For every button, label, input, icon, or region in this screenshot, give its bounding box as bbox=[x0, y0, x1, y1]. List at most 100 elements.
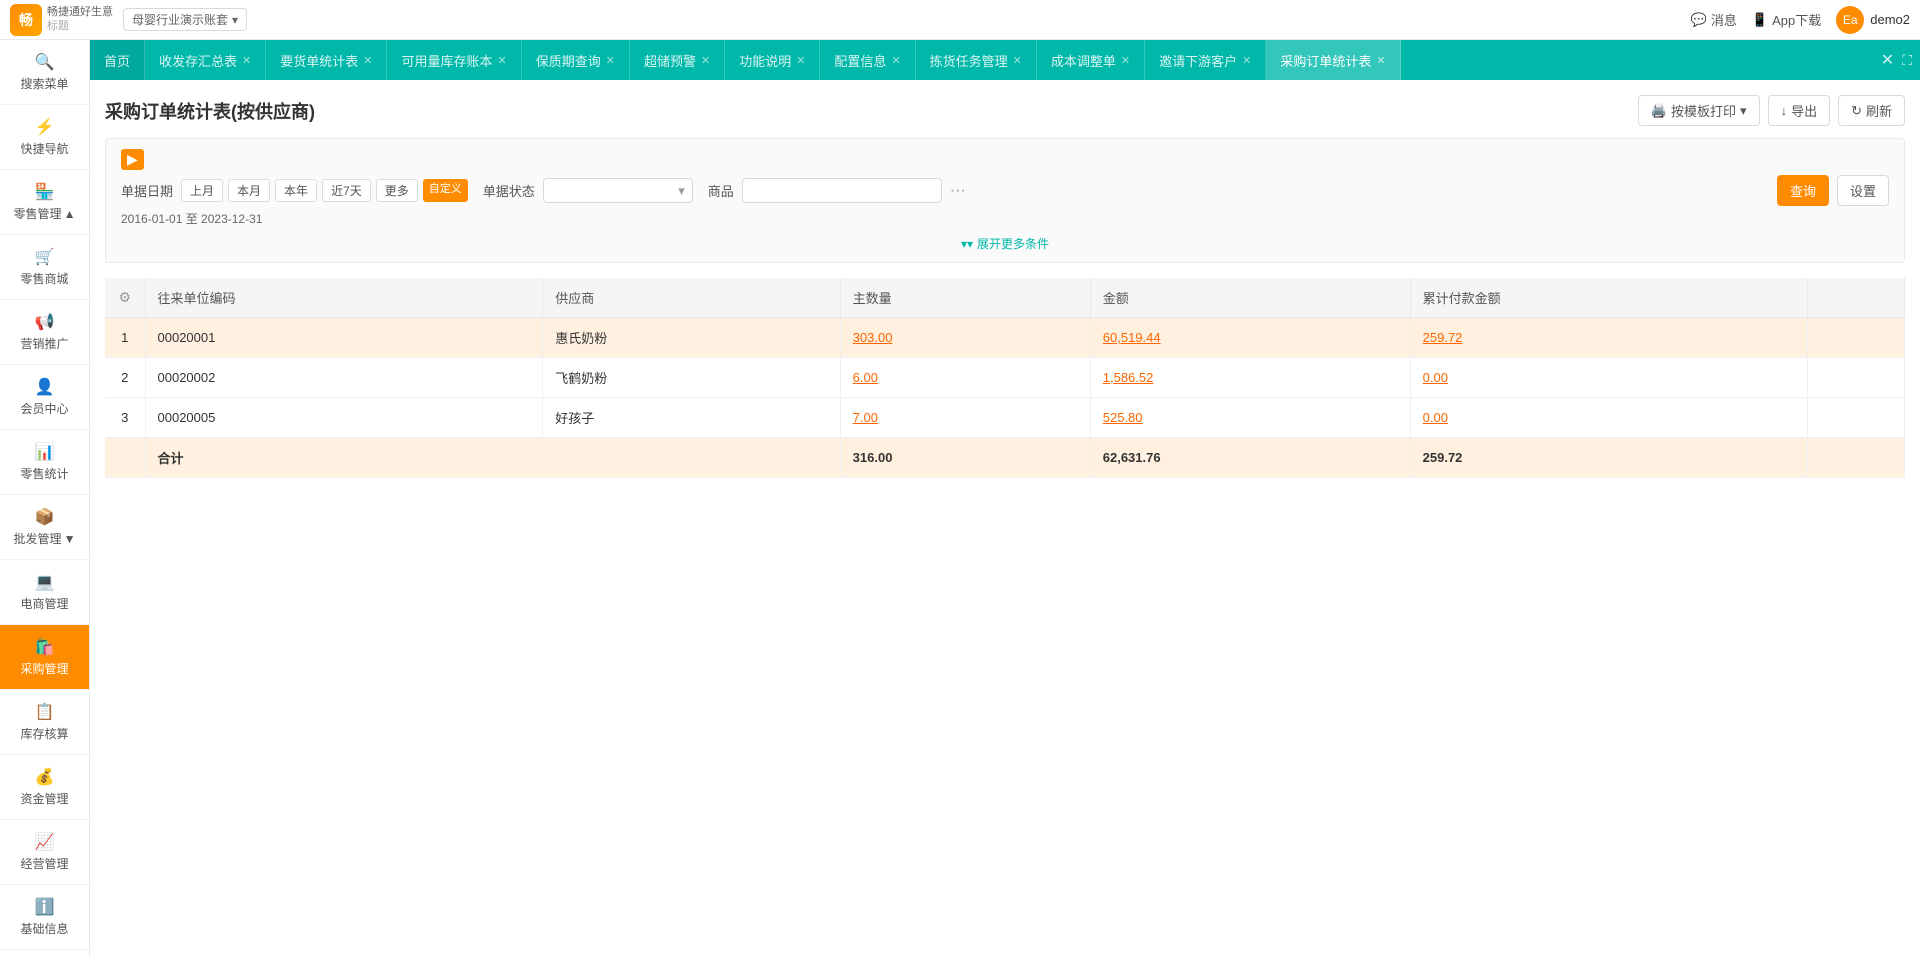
date-last-7-days[interactable]: 近7天 bbox=[322, 179, 371, 202]
close-window-icon[interactable]: ✕ bbox=[1881, 50, 1894, 70]
filter-collapse-icon[interactable]: ▶ bbox=[121, 149, 144, 170]
tab-bar-controls: ✕ ⛶ bbox=[1873, 50, 1920, 70]
col-code-header: 往来单位编码 bbox=[145, 278, 543, 318]
tab-receive-summary[interactable]: 收发存汇总表 ✕ bbox=[145, 40, 266, 80]
close-icon[interactable]: ✕ bbox=[242, 54, 251, 67]
expand-icon: ▲ bbox=[64, 207, 76, 221]
close-icon[interactable]: ✕ bbox=[1121, 54, 1130, 67]
expand-more-button[interactable]: ▾▾ 展开更多条件 bbox=[961, 235, 1049, 252]
sidebar-item-retail-stats[interactable]: 📊 零售统计 bbox=[0, 430, 89, 495]
row-code: 00020005 bbox=[145, 398, 543, 438]
print-dropdown-icon: ▾ bbox=[1740, 103, 1747, 119]
date-quick-buttons: 上月 本月 本年 近7天 更多 自定义 bbox=[181, 179, 468, 202]
export-button[interactable]: ↓ 导出 bbox=[1768, 95, 1831, 126]
close-icon[interactable]: ✕ bbox=[701, 54, 710, 67]
sidebar-item-inventory[interactable]: 📋 库存核算 bbox=[0, 690, 89, 755]
tab-home[interactable]: 首页 bbox=[90, 40, 145, 80]
row-quantity: 6.00 bbox=[840, 358, 1090, 398]
more-options-icon[interactable]: ··· bbox=[950, 182, 966, 200]
sidebar-item-purchase[interactable]: 🛍️ 采购管理 bbox=[0, 625, 89, 690]
close-icon[interactable]: ✕ bbox=[363, 54, 372, 67]
sidebar-item-search[interactable]: 🔍 搜索菜单 bbox=[0, 40, 89, 105]
logo-area: 畅 畅捷通好生意 标题 bbox=[10, 4, 113, 36]
date-last-month[interactable]: 上月 bbox=[181, 179, 223, 202]
close-icon[interactable]: ✕ bbox=[1013, 54, 1022, 67]
sidebar-item-ecommerce[interactable]: 💻 电商管理 bbox=[0, 560, 89, 625]
sidebar-item-member-center[interactable]: 👤 会员中心 bbox=[0, 365, 89, 430]
date-this-month[interactable]: 本月 bbox=[228, 179, 270, 202]
status-select[interactable] bbox=[543, 178, 693, 203]
tab-config[interactable]: 配置信息 ✕ bbox=[820, 40, 915, 80]
table-row[interactable]: 2 00020002 飞鹤奶粉 6.00 1,586.52 bbox=[105, 358, 1905, 398]
tab-cost-adjust[interactable]: 成本调整单 ✕ bbox=[1037, 40, 1145, 80]
date-more[interactable]: 更多 bbox=[376, 179, 418, 202]
tab-order-stats[interactable]: 要货单统计表 ✕ bbox=[266, 40, 387, 80]
sidebar-item-finance[interactable]: 💰 资金管理 bbox=[0, 755, 89, 820]
close-icon[interactable]: ✕ bbox=[498, 54, 507, 67]
expand-more-row: ▾▾ 展开更多条件 bbox=[121, 235, 1889, 252]
tab-available-stock[interactable]: 可用量库存账本 ✕ bbox=[387, 40, 521, 80]
page-content: 采购订单统计表(按供应商) 🖨️ 按模板打印 ▾ ↓ 导出 ↻ bbox=[90, 80, 1920, 957]
close-icon[interactable]: ✕ bbox=[1242, 54, 1251, 67]
table-footer-row: 合计 316.00 62,631.76 259.72 bbox=[105, 438, 1905, 478]
messages-button[interactable]: 💬 消息 bbox=[1691, 10, 1737, 29]
row-supplier: 好孩子 bbox=[543, 398, 840, 438]
sidebar-item-retail-mall[interactable]: 🛒 零售商城 bbox=[0, 235, 89, 300]
row-amount: 1,586.52 bbox=[1090, 358, 1410, 398]
info-icon: ℹ️ bbox=[35, 897, 55, 917]
row-quantity: 303.00 bbox=[840, 318, 1090, 358]
user-area[interactable]: Ea demo2 bbox=[1836, 6, 1910, 34]
search-icon: 🔍 bbox=[35, 52, 55, 72]
filter-toggle[interactable]: ▶ bbox=[121, 149, 1889, 170]
sidebar-item-marketing[interactable]: 📢 营销推广 bbox=[0, 300, 89, 365]
operations-icon: 📈 bbox=[35, 832, 55, 852]
tab-invite-downstream[interactable]: 邀请下游客户 ✕ bbox=[1145, 40, 1266, 80]
print-icon: 🖨️ bbox=[1651, 103, 1667, 119]
col-paid-header: 累计付款金额 bbox=[1410, 278, 1808, 318]
refresh-button[interactable]: ↻ 刷新 bbox=[1838, 95, 1905, 126]
marketing-icon: 📢 bbox=[35, 312, 55, 332]
close-icon[interactable]: ✕ bbox=[606, 54, 615, 67]
row-num: 2 bbox=[105, 358, 145, 398]
sidebar-item-quicknav[interactable]: ⚡ 快捷导航 bbox=[0, 105, 89, 170]
settings-icon[interactable]: ⚙ bbox=[118, 289, 131, 305]
sidebar-item-operations[interactable]: 📈 经营管理 bbox=[0, 820, 89, 885]
workspace-selector[interactable]: 母婴行业演示账套 ▾ bbox=[123, 8, 247, 31]
maximize-icon[interactable]: ⛶ bbox=[1902, 52, 1912, 69]
row-supplier: 飞鹤奶粉 bbox=[543, 358, 840, 398]
nav-tabs: 首页 收发存汇总表 ✕ 要货单统计表 ✕ 可用量库存账本 ✕ 保质期查询 ✕ bbox=[90, 40, 1920, 80]
goods-input[interactable] bbox=[742, 178, 942, 203]
row-extra bbox=[1808, 398, 1905, 438]
row-extra bbox=[1808, 318, 1905, 358]
settings-button[interactable]: 设置 bbox=[1837, 175, 1889, 206]
sidebar-item-retail-mgmt[interactable]: 🏪 零售管理 ▲ bbox=[0, 170, 89, 235]
filter-actions: 查询 设置 bbox=[1777, 175, 1889, 206]
expand-arrow-icon: ▼ bbox=[64, 532, 76, 546]
close-icon[interactable]: ✕ bbox=[891, 54, 900, 67]
row-paid: 259.72 bbox=[1410, 318, 1808, 358]
tab-expiry-query[interactable]: 保质期查询 ✕ bbox=[522, 40, 630, 80]
sidebar-item-wholesale[interactable]: 📦 批发管理 ▼ bbox=[0, 495, 89, 560]
table-row[interactable]: 3 00020005 好孩子 7.00 525.80 0. bbox=[105, 398, 1905, 438]
row-extra bbox=[1808, 358, 1905, 398]
date-this-year[interactable]: 本年 bbox=[275, 179, 317, 202]
print-button[interactable]: 🖨️ 按模板打印 ▾ bbox=[1638, 95, 1760, 126]
sidebar-item-basic-info[interactable]: ℹ️ 基础信息 bbox=[0, 885, 89, 950]
query-button[interactable]: 查询 bbox=[1777, 175, 1829, 206]
tab-overstock-warning[interactable]: 超储预警 ✕ bbox=[630, 40, 725, 80]
header-actions: 🖨️ 按模板打印 ▾ ↓ 导出 ↻ 刷新 bbox=[1638, 95, 1905, 126]
col-supplier-header: 供应商 bbox=[543, 278, 840, 318]
mall-icon: 🛒 bbox=[35, 247, 55, 267]
close-icon[interactable]: ✕ bbox=[796, 54, 805, 67]
table-row[interactable]: 1 00020001 惠氏奶粉 303.00 60,519.44 bbox=[105, 318, 1905, 358]
col-settings-header[interactable]: ⚙ bbox=[105, 278, 145, 318]
close-icon[interactable]: ✕ bbox=[1376, 54, 1385, 67]
tab-purchase-stats[interactable]: 采购订单统计表 ✕ bbox=[1266, 40, 1400, 80]
sidebar-item-system[interactable]: ⚙️ 系统管理 bbox=[0, 950, 89, 957]
tab-function-desc[interactable]: 功能说明 ✕ bbox=[725, 40, 820, 80]
date-filter: 单据日期 上月 本月 本年 近7天 更多 自定义 bbox=[121, 179, 468, 202]
avatar: Ea bbox=[1836, 6, 1864, 34]
app-download-button[interactable]: 📱 App下载 bbox=[1752, 10, 1821, 29]
footer-empty bbox=[105, 438, 145, 478]
tab-pick-task[interactable]: 拣货任务管理 ✕ bbox=[916, 40, 1037, 80]
